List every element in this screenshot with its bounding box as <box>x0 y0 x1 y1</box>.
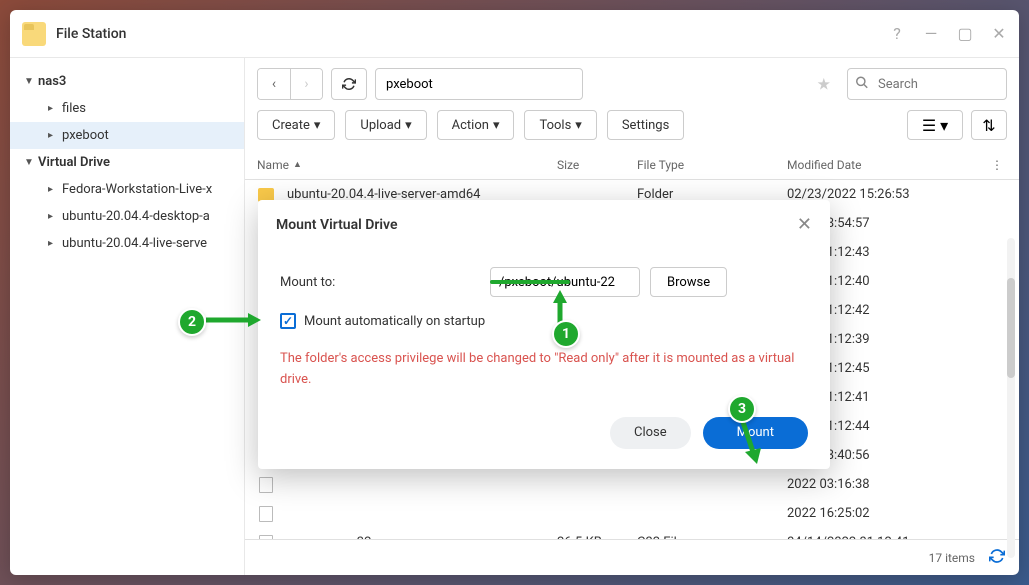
annotation-underline <box>490 280 570 284</box>
action-button[interactable]: Action ▾ <box>437 110 515 140</box>
col-date[interactable]: Modified Date <box>787 158 987 172</box>
file-icon <box>259 506 273 522</box>
table-row[interactable]: 2022 16:25:02 <box>245 499 1019 528</box>
titlebar: File Station ? — ▢ ✕ <box>10 10 1019 58</box>
help-icon[interactable]: ? <box>889 26 905 42</box>
dialog-close-icon[interactable]: ✕ <box>797 214 812 235</box>
action-toolbar: Create ▾ Upload ▾ Action ▾ Tools ▾ Setti… <box>245 106 1019 150</box>
upload-button[interactable]: Upload ▾ <box>345 110 426 140</box>
cell-date: 2022 03:16:38 <box>787 477 987 492</box>
mount-to-label: Mount to: <box>280 275 490 290</box>
table-row[interactable]: 2022 03:16:38 <box>245 470 1019 499</box>
cell-date: 2022 16:25:02 <box>787 506 987 521</box>
search-input[interactable] <box>847 68 1007 100</box>
back-button[interactable]: ‹ <box>258 69 290 99</box>
col-size[interactable]: Size <box>557 158 637 172</box>
col-more-icon[interactable]: ⋮ <box>987 158 1007 172</box>
caret-down-icon: ▾ <box>575 118 582 133</box>
tree-item-ubuntu-desktop[interactable]: ▸ubuntu-20.04.4-desktop-a <box>10 203 244 230</box>
tree-label: ubuntu-20.04.4-live-serve <box>62 236 207 251</box>
tree-item-pxeboot[interactable]: ▸pxeboot <box>10 122 244 149</box>
app-title: File Station <box>56 26 126 42</box>
dialog-close-button[interactable]: Close <box>610 417 691 449</box>
annotation-badge-1: 1 <box>552 320 580 348</box>
tree-item-fedora[interactable]: ▸Fedora-Workstation-Live-x <box>10 176 244 203</box>
auto-mount-label: Mount automatically on startup <box>304 314 485 329</box>
warning-text: The folder's access privilege will be ch… <box>280 349 808 391</box>
tree-label: files <box>62 101 86 116</box>
forward-button[interactable]: › <box>290 69 322 99</box>
file-icon <box>259 477 273 493</box>
close-icon[interactable]: ✕ <box>991 26 1007 42</box>
caret-down-icon: ▾ <box>493 118 500 133</box>
tree-root-nas3[interactable]: ▼nas3 <box>10 68 244 95</box>
sort-asc-icon: ▲ <box>293 159 302 170</box>
tree-label: Virtual Drive <box>38 155 110 170</box>
caret-down-icon: ▾ <box>314 118 321 133</box>
col-type[interactable]: File Type <box>637 158 787 172</box>
footer: 17 items <box>245 539 1019 575</box>
nav-group: ‹ › <box>257 68 323 100</box>
file-station-window: File Station ? — ▢ ✕ ▼nas3 ▸files ▸pxebo… <box>10 10 1019 575</box>
footer-refresh-icon[interactable] <box>989 548 1005 568</box>
table-header: Name ▲ Size File Type Modified Date ⋮ <box>245 150 1019 180</box>
sort-button[interactable]: ⇅ <box>971 110 1007 140</box>
create-button[interactable]: Create ▾ <box>257 110 335 140</box>
col-name[interactable]: Name ▲ <box>257 158 557 172</box>
scrollbar[interactable] <box>1007 238 1015 558</box>
maximize-icon[interactable]: ▢ <box>957 26 973 42</box>
refresh-icon <box>342 77 356 91</box>
scrollbar-thumb[interactable] <box>1007 278 1015 378</box>
path-input[interactable] <box>375 68 583 100</box>
annotation-arrow-2 <box>206 310 266 330</box>
tree-item-files[interactable]: ▸files <box>10 95 244 122</box>
tree-label: nas3 <box>38 74 66 89</box>
tools-button[interactable]: Tools ▾ <box>524 110 596 140</box>
annotation-arrow-3 <box>735 422 765 467</box>
annotation-badge-3: 3 <box>728 395 756 423</box>
app-folder-icon <box>22 22 46 46</box>
browse-button[interactable]: Browse <box>650 267 727 297</box>
tree-root-virtual-drive[interactable]: ▼Virtual Drive <box>10 149 244 176</box>
tree-label: pxeboot <box>62 128 109 143</box>
settings-button[interactable]: Settings <box>607 110 684 140</box>
tree-label: Fedora-Workstation-Live-x <box>62 182 212 197</box>
star-icon[interactable]: ★ <box>817 75 831 94</box>
auto-mount-checkbox[interactable]: ✓ <box>280 313 296 329</box>
search-icon <box>855 75 869 94</box>
tree-item-ubuntu-live[interactable]: ▸ubuntu-20.04.4-live-serve <box>10 230 244 257</box>
table-row[interactable]: vesamenu.c3226.5 KBC32 File04/14/2022 01… <box>245 528 1019 539</box>
tree-label: ubuntu-20.04.4-desktop-a <box>62 209 210 224</box>
nav-toolbar: ‹ › ★ <box>245 58 1019 106</box>
refresh-button[interactable] <box>331 68 367 100</box>
caret-down-icon: ▾ <box>405 118 412 133</box>
view-list-button[interactable]: ☰ ▾ <box>907 110 963 140</box>
dialog-title: Mount Virtual Drive <box>276 217 398 233</box>
annotation-badge-2: 2 <box>178 308 206 336</box>
item-count: 17 items <box>929 551 975 565</box>
minimize-icon[interactable]: — <box>923 26 939 42</box>
